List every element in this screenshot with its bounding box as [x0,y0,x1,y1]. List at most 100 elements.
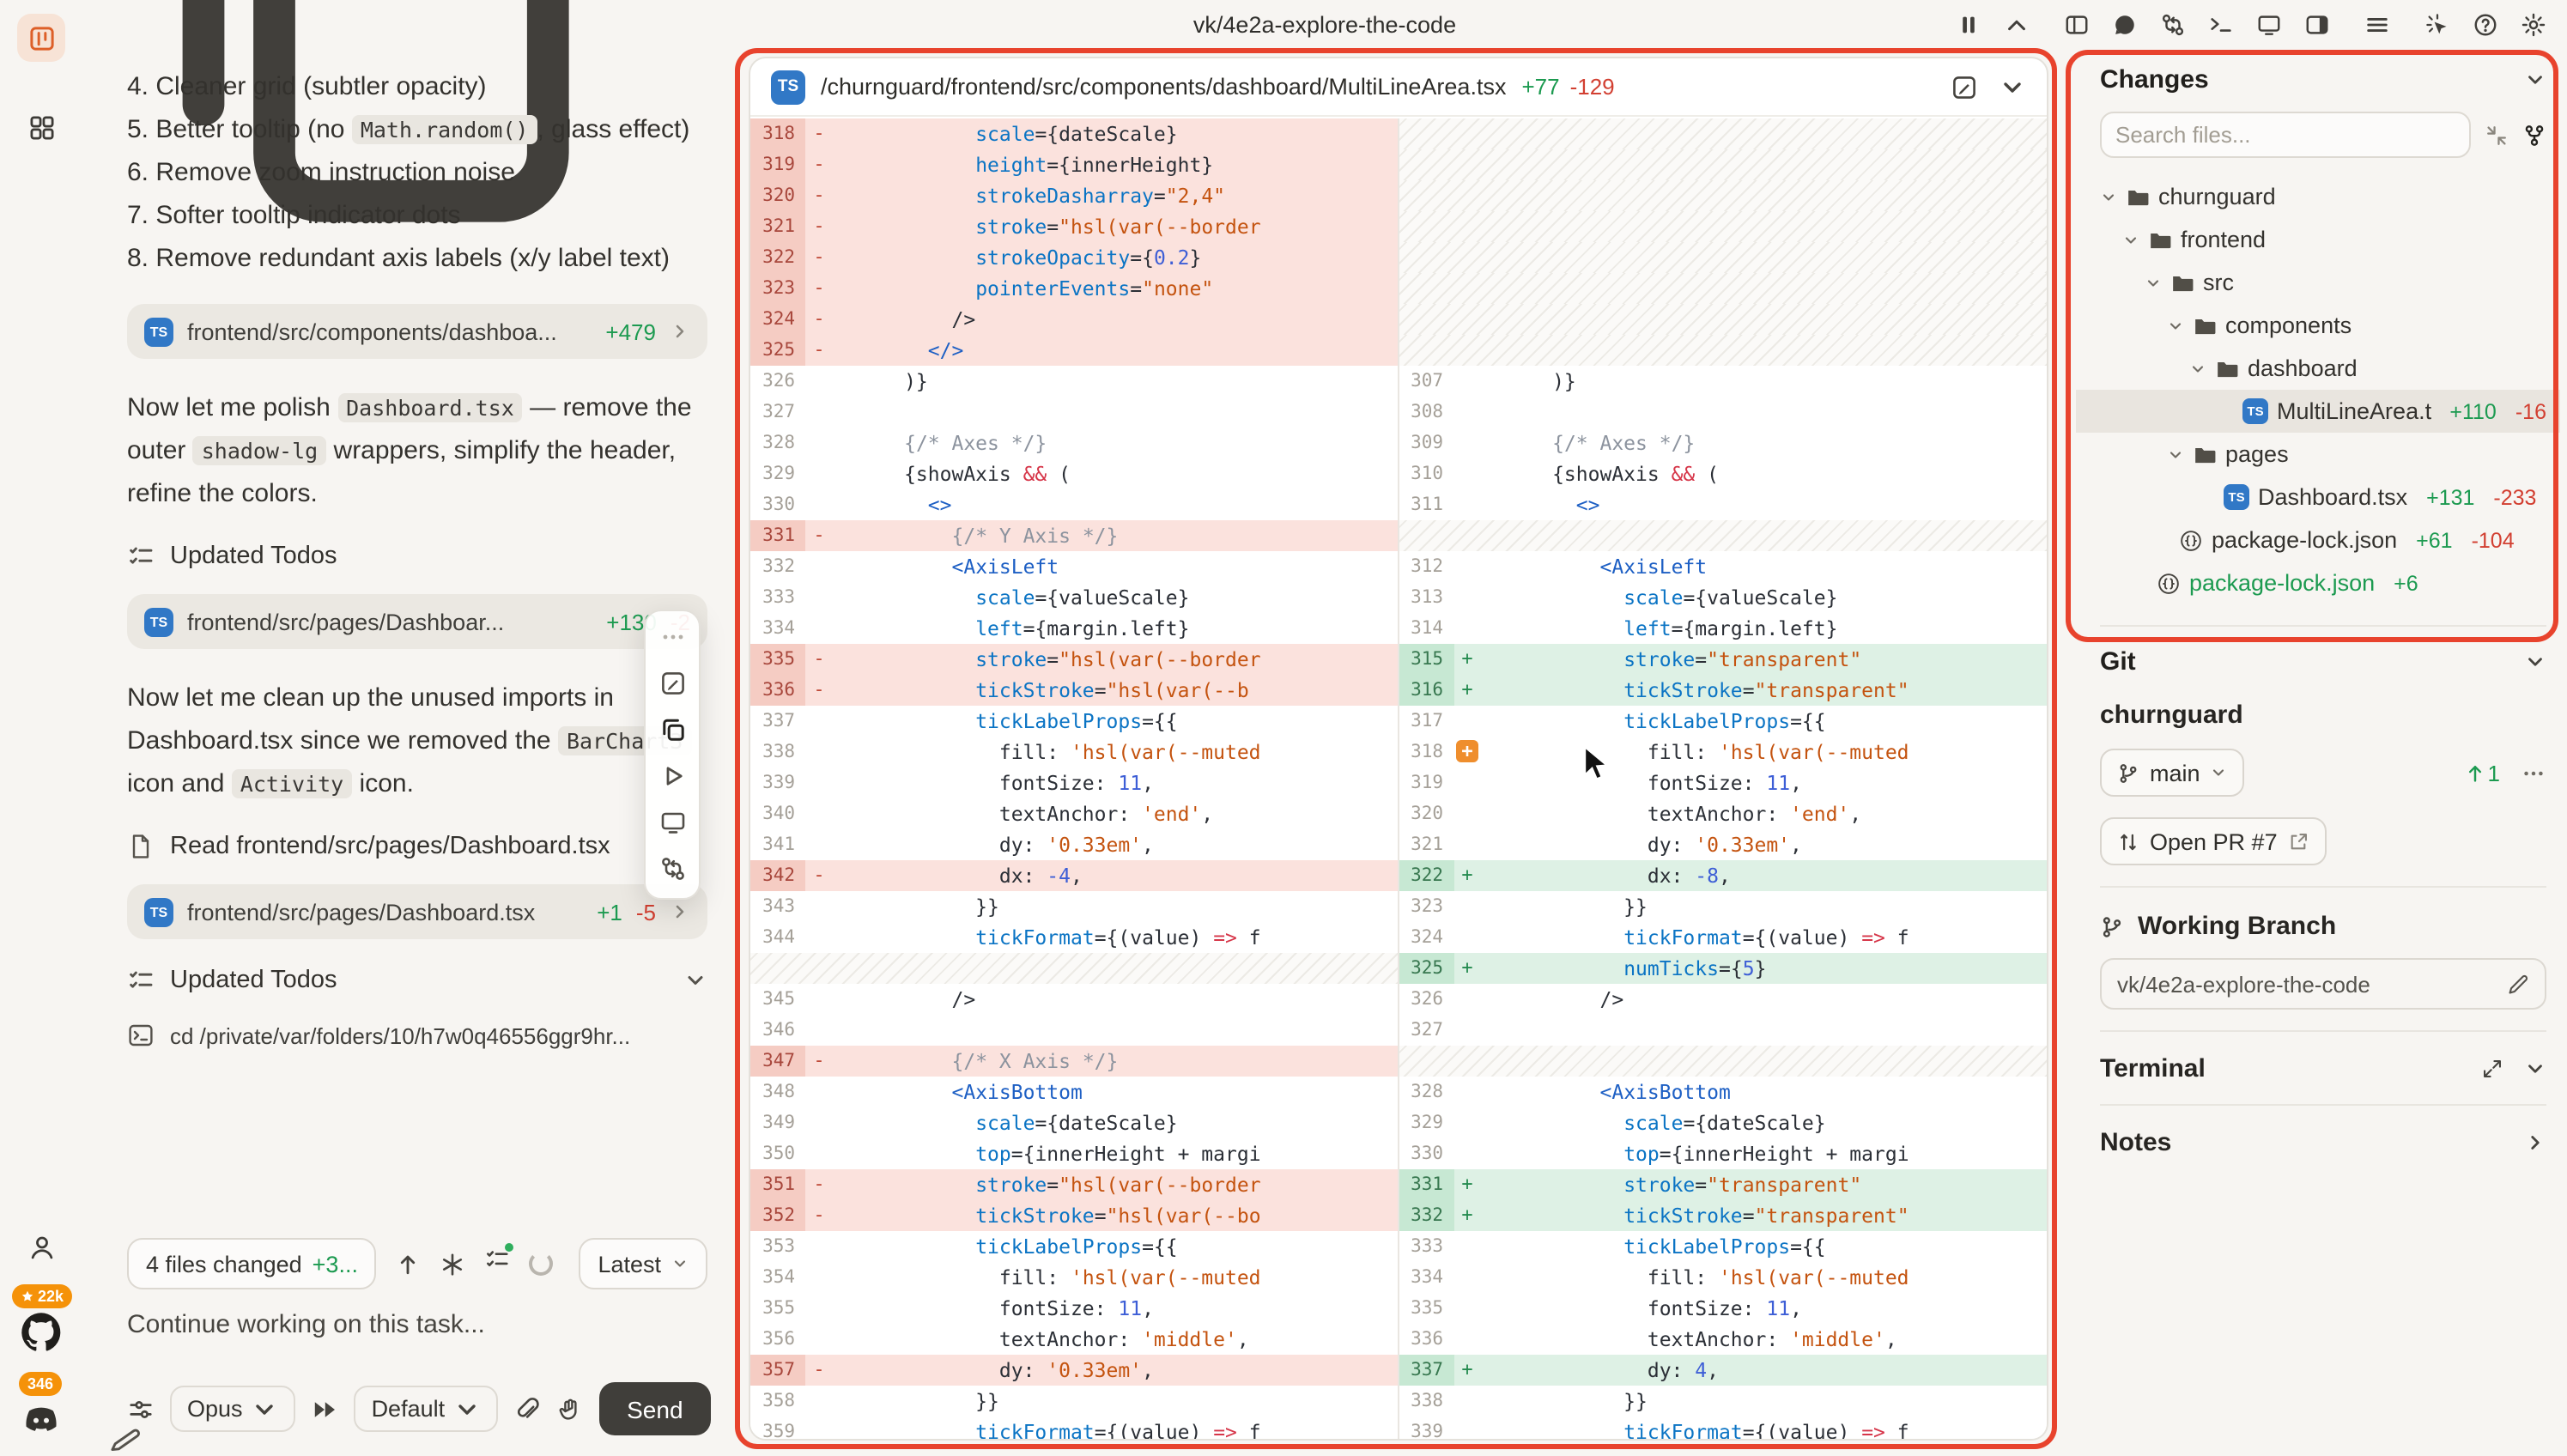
github-button[interactable] [17,1308,65,1356]
tree-folder-row[interactable]: churnguard [2076,175,2560,218]
paperclip-icon[interactable] [513,1395,541,1423]
chevron-down-icon[interactable] [2122,231,2139,248]
todos-row[interactable]: Updated Todos [127,967,707,994]
code-text: /> [1481,984,2047,1015]
model-dropdown[interactable]: Opus [170,1386,296,1432]
line-number: 323 [750,273,805,304]
sliders-icon[interactable] [127,1395,155,1423]
chevron-right-icon[interactable] [2524,1131,2546,1154]
file-chip[interactable]: TSfrontend/src/components/dashboa...+479 [127,304,707,359]
code-text: tickStroke="transparent" [1481,675,2047,706]
diff-marker [1453,428,1481,458]
arrow-up-icon[interactable] [396,1251,422,1277]
chevron-down-icon[interactable] [683,968,707,992]
tree-folder-row[interactable]: pages [2076,433,2560,476]
tree-file-row[interactable]: TSMultiLineArea.tsx+110-16 [2076,390,2560,433]
git-compare-icon[interactable] [658,855,686,883]
diff-new-line: 322+ dx: -8, [1399,860,2047,891]
text-segment: 6. Remove zoom instruction noise [127,158,515,187]
line-number: 339 [1399,1417,1453,1439]
board-view-button[interactable] [17,14,65,62]
play-icon[interactable] [658,762,686,790]
chevron-down-icon[interactable] [2524,1058,2546,1080]
diff-row: 319- height={innerHeight} [750,149,2047,180]
tree-file-row[interactable]: package-lock.json+61-104 [2076,519,2560,561]
diff-new-line: 330 top={innerHeight + margi [1399,1138,2047,1169]
sparkle-icon[interactable] [440,1251,466,1277]
tree-file-row[interactable]: package-lock.json+6 [2076,561,2560,604]
file-chip[interactable]: TSfrontend/src/pages/Dashboar...+130-2 [127,594,707,649]
hand-icon[interactable] [556,1395,584,1423]
file-chip[interactable]: TSfrontend/src/pages/Dashboard.tsx+1-5 [127,884,707,939]
commits-ahead[interactable]: 1 [2464,760,2500,786]
grid-view-button[interactable] [17,103,65,151]
diff-old-line: 328 {/* Axes */} [750,428,1399,458]
chevron-down-icon[interactable] [2100,188,2117,205]
tree-additions: +110 [2449,399,2496,423]
todos-row[interactable]: Updated Todos [127,543,707,570]
floating-toolbar[interactable] [644,610,701,900]
more-options-icon[interactable] [2521,760,2546,786]
diff-marker [805,551,833,582]
diff-old-line: 342- dx: -4, [750,860,1399,891]
todo-status-button[interactable] [485,1247,511,1281]
chevron-down-icon[interactable] [2524,651,2546,673]
tree-folder-row[interactable]: components [2076,304,2560,347]
fast-forward-icon[interactable] [312,1395,339,1423]
latest-dropdown[interactable]: Latest [579,1238,707,1289]
search-input[interactable] [2100,112,2471,158]
tree-folder-row[interactable]: dashboard [2076,347,2560,390]
send-button[interactable]: Send [599,1382,710,1435]
notes-section-header[interactable]: Notes [2100,1128,2546,1157]
diff-new-line: 329 scale={dateScale} [1399,1107,2047,1138]
line-number: 320 [1399,798,1453,829]
more-horizontal-icon[interactable] [658,623,686,651]
tree-folder-row[interactable]: src [2076,261,2560,304]
mode-dropdown[interactable]: Default [355,1386,499,1432]
tree-folder-row[interactable]: frontend [2076,218,2560,261]
spinner-icon [530,1252,554,1276]
chevron-down-icon[interactable] [2145,274,2162,291]
discord-button[interactable] [17,1396,65,1444]
diff-marker: - [805,242,833,273]
line-number: 318 [1399,737,1453,767]
account-button[interactable] [17,1222,65,1271]
code-text: }} [833,1386,1397,1417]
file-chip-label: frontend/src/components/dashboa... [187,318,592,344]
code-text: dx: -4, [833,860,1397,891]
edit-pencil-icon[interactable] [2507,973,2529,995]
diff-old-line: 335- stroke="hsl(var(--border [750,644,1399,675]
terminal-section-header[interactable]: Terminal [2100,1054,2546,1083]
chevron-down-icon[interactable] [1999,73,2026,100]
open-pr-button[interactable]: Open PR #7 [2100,817,2327,865]
terminal-command-row[interactable]: cd /private/var/folders/10/h7w0q46556ggr… [127,1022,707,1049]
annotate-icon[interactable] [1951,73,1978,100]
working-branch-field[interactable]: vk/4e2a-explore-the-code [2100,958,2546,1010]
tool-call-row[interactable]: Read frontend/src/pages/Dashboard.tsx [127,833,707,860]
diff-body[interactable]: 318- scale={dateScale}319- height={inner… [750,118,2047,1439]
diff-marker: - [805,860,833,891]
chevron-down-icon[interactable] [2167,446,2184,463]
typescript-file-icon: TS [771,70,805,104]
chevron-down-icon[interactable] [2189,360,2206,377]
git-fork-icon[interactable] [2522,123,2546,147]
files-changed-chip[interactable]: 4 files changed +3... [127,1238,377,1289]
add-comment-button[interactable]: + [1456,740,1478,762]
monitor-icon[interactable] [658,809,686,836]
task-input[interactable] [127,1310,707,1382]
code-text: textAnchor: 'end', [833,798,1397,829]
typescript-file-icon: TS [144,607,173,636]
annotate-icon[interactable] [658,670,686,697]
diff-marker [1453,1138,1481,1169]
chevron-down-icon[interactable] [2167,317,2184,334]
branch-selector[interactable]: main [2100,749,2245,797]
line-number: 310 [1399,458,1453,489]
collapse-tree-icon[interactable] [2485,123,2509,147]
copy-icon[interactable] [658,716,686,743]
tree-file-row[interactable]: TSDashboard.tsx+131-233 [2076,476,2560,519]
chevron-down-icon[interactable] [2524,69,2546,91]
chevron-right-icon [670,321,690,342]
expand-icon[interactable] [2481,1058,2503,1080]
pencil-icon[interactable] [107,1423,143,1456]
diff-marker: + [1453,1169,1481,1200]
